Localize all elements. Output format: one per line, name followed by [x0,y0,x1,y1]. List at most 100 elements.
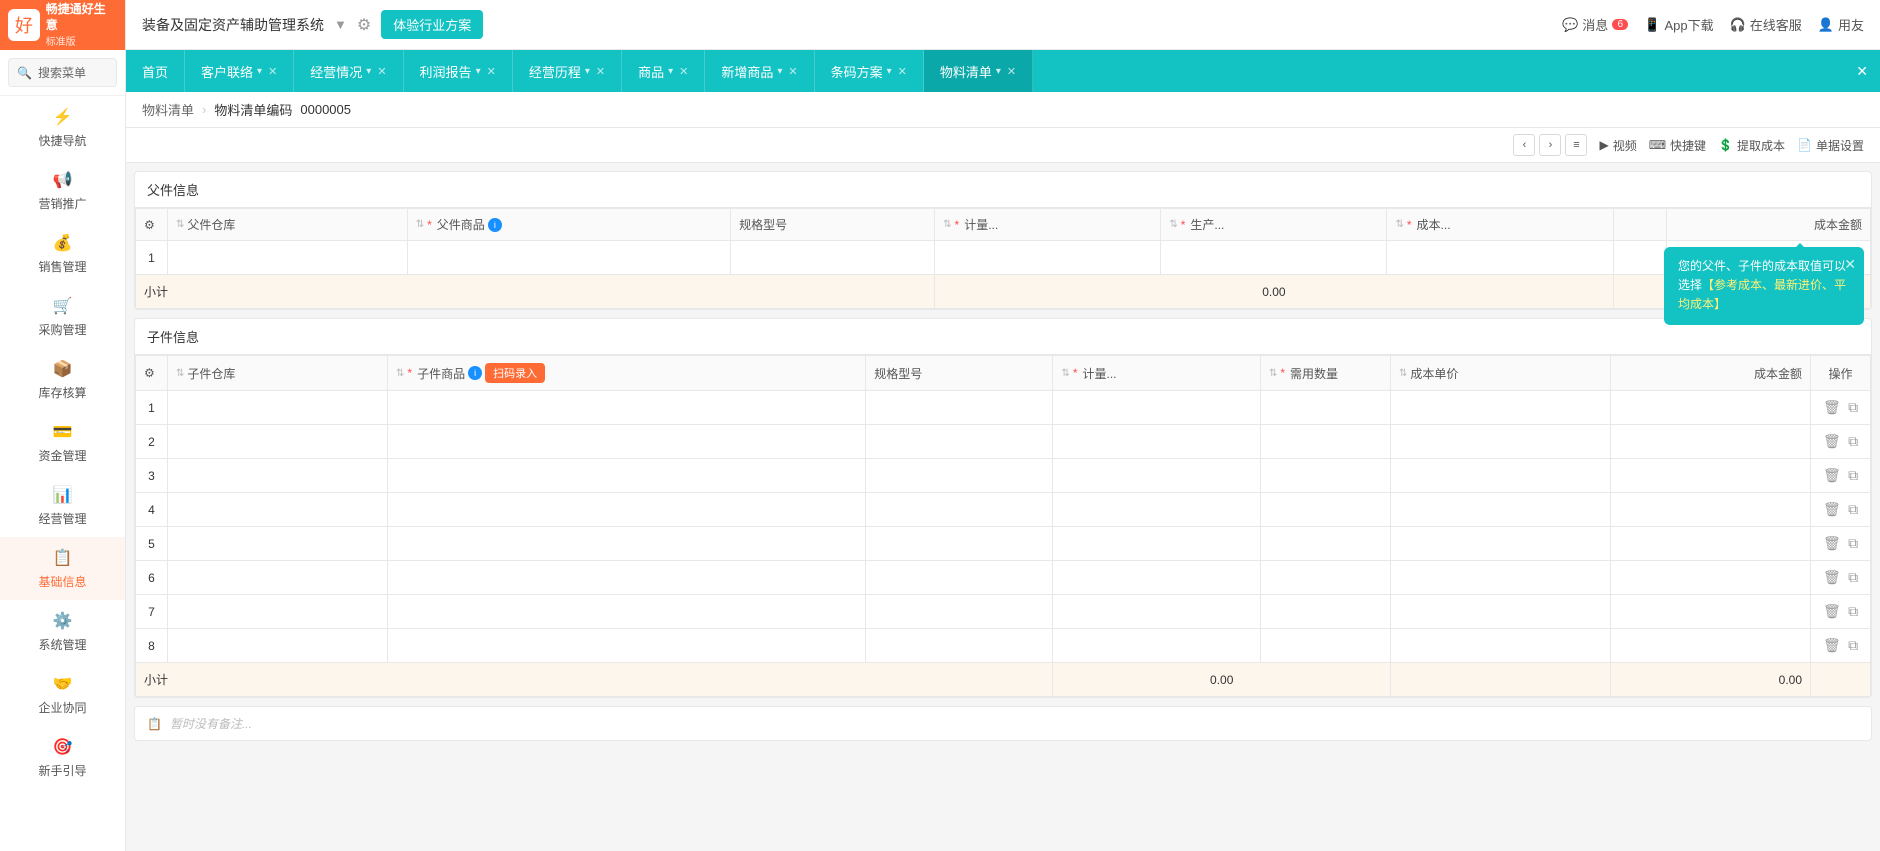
delete-row-btn[interactable]: 🗑 [1821,601,1843,622]
message-btn[interactable]: 💬 消息 6 [1562,15,1628,34]
child-spec-cell[interactable] [866,527,1053,561]
online-service-btn[interactable]: 🎧 在线客服 [1730,15,1802,34]
child-goods-cell[interactable] [388,391,866,425]
child-goods-cell[interactable] [388,629,866,663]
child-goods-cell[interactable] [388,595,866,629]
user-btn[interactable]: 👤 用友 [1818,15,1864,34]
child-unit-cell[interactable] [1053,595,1261,629]
sidebar-item-inventory[interactable]: 📦 库存核算 [0,348,125,411]
child-unit-price-cell[interactable] [1390,459,1610,493]
sidebar-item-system[interactable]: ⚙️ 系统管理 [0,600,125,663]
sidebar-item-marketing[interactable]: 📢 营销推广 [0,159,125,222]
copy-row-btn[interactable]: ⧉ [1846,635,1860,656]
child-spec-cell[interactable] [866,391,1053,425]
child-warehouse-cell[interactable] [168,527,388,561]
copy-row-btn[interactable]: ⧉ [1846,567,1860,588]
sidebar-item-finance[interactable]: 💳 资金管理 [0,411,125,474]
tab-close-icon[interactable]: ✕ [487,65,496,78]
child-unit-cell[interactable] [1053,425,1261,459]
sidebar-item-enterprise[interactable]: 🤝 企业协同 [0,663,125,726]
parent-goods-cell[interactable] [407,241,730,275]
tooltip-close-btn[interactable]: ✕ [1844,253,1856,275]
tab-barcode[interactable]: 条码方案 ▾ ✕ [815,50,924,92]
copy-row-btn[interactable]: ⧉ [1846,601,1860,622]
child-unit-cell[interactable] [1053,459,1261,493]
child-unit-cell[interactable] [1053,561,1261,595]
sidebar-search[interactable]: 🔍 搜索菜单 [0,50,125,96]
child-qty-cell[interactable] [1260,595,1390,629]
child-unit-price-cell[interactable] [1390,561,1610,595]
child-spec-cell[interactable] [866,561,1053,595]
close-all-tabs-btn[interactable]: ✕ [1844,50,1880,92]
child-goods-cell[interactable] [388,425,866,459]
child-unit-price-cell[interactable] [1390,629,1610,663]
tab-close-icon[interactable]: ✕ [679,65,688,78]
tab-close-icon[interactable]: ✕ [898,65,907,78]
extract-cost-btn[interactable]: 💲 提取成本 [1718,137,1785,154]
child-qty-cell[interactable] [1260,527,1390,561]
tab-goods[interactable]: 商品 ▾ ✕ [622,50,705,92]
child-warehouse-cell[interactable] [168,629,388,663]
child-warehouse-cell[interactable] [168,459,388,493]
view-video-btn[interactable]: ▶ 视频 [1599,137,1636,154]
tab-customer[interactable]: 客户联络 ▾ ✕ [185,50,294,92]
child-qty-cell[interactable] [1260,391,1390,425]
trial-btn[interactable]: 体验行业方案 [381,10,483,39]
shortcut-btn[interactable]: ⌨ 快捷键 [1649,137,1706,154]
parent-goods-info-icon[interactable]: i [488,218,502,232]
parent-warehouse-cell[interactable] [168,241,408,275]
delete-row-btn[interactable]: 🗑 [1821,567,1843,588]
delete-row-btn[interactable]: 🗑 [1821,397,1843,418]
settings-icon[interactable]: ⚙ [357,15,371,35]
child-spec-cell[interactable] [866,629,1053,663]
child-goods-cell[interactable] [388,493,866,527]
tab-close-icon[interactable]: ✕ [1007,65,1016,78]
prev-page-btn[interactable]: ‹ [1513,134,1535,156]
tab-profit[interactable]: 利润报告 ▾ ✕ [404,50,513,92]
copy-row-btn[interactable]: ⧉ [1846,431,1860,452]
tab-bom[interactable]: 物料清单 ▾ ✕ [924,50,1033,92]
app-download-btn[interactable]: 📱 App下载 [1644,15,1713,34]
child-unit-cell[interactable] [1053,391,1261,425]
delete-row-btn[interactable]: 🗑 [1821,635,1843,656]
child-warehouse-cell[interactable] [168,391,388,425]
child-spec-cell[interactable] [866,425,1053,459]
copy-row-btn[interactable]: ⧉ [1846,499,1860,520]
child-warehouse-cell[interactable] [168,425,388,459]
child-qty-cell[interactable] [1260,629,1390,663]
tab-close-icon[interactable]: ✕ [788,65,797,78]
sidebar-item-basic-info[interactable]: 📋 基础信息 [0,537,125,600]
tab-close-icon[interactable]: ✕ [268,65,277,78]
sidebar-item-operations[interactable]: 📊 经营管理 [0,474,125,537]
child-qty-cell[interactable] [1260,493,1390,527]
child-warehouse-cell[interactable] [168,595,388,629]
child-spec-cell[interactable] [866,493,1053,527]
child-unit-cell[interactable] [1053,493,1261,527]
single-settings-btn[interactable]: 📄 单据设置 [1797,137,1864,154]
parent-production-cell[interactable] [1161,241,1387,275]
tab-operations[interactable]: 经营情况 ▾ ✕ [294,50,403,92]
delete-row-btn[interactable]: 🗑 [1821,499,1843,520]
child-qty-cell[interactable] [1260,459,1390,493]
child-spec-cell[interactable] [866,459,1053,493]
tab-new-goods[interactable]: 新增商品 ▾ ✕ [705,50,814,92]
parent-unit-cell[interactable] [935,241,1161,275]
child-warehouse-cell[interactable] [168,493,388,527]
copy-row-btn[interactable]: ⧉ [1846,397,1860,418]
delete-row-btn[interactable]: 🗑 [1821,465,1843,486]
dropdown-arrow-icon[interactable]: ▼ [334,17,347,32]
tab-history[interactable]: 经营历程 ▾ ✕ [513,50,622,92]
breadcrumb-bom-list[interactable]: 物料清单 [142,100,194,119]
delete-row-btn[interactable]: 🗑 [1821,533,1843,554]
parent-spec-cell[interactable] [731,241,935,275]
child-qty-cell[interactable] [1260,425,1390,459]
sidebar-item-guide[interactable]: 🎯 新手引导 [0,726,125,789]
copy-row-btn[interactable]: ⧉ [1846,533,1860,554]
child-goods-info-icon[interactable]: i [468,366,482,380]
child-goods-cell[interactable] [388,527,866,561]
tab-home[interactable]: 首页 [126,50,185,92]
child-spec-cell[interactable] [866,595,1053,629]
child-qty-cell[interactable] [1260,561,1390,595]
child-unit-price-cell[interactable] [1390,595,1610,629]
child-unit-price-cell[interactable] [1390,425,1610,459]
